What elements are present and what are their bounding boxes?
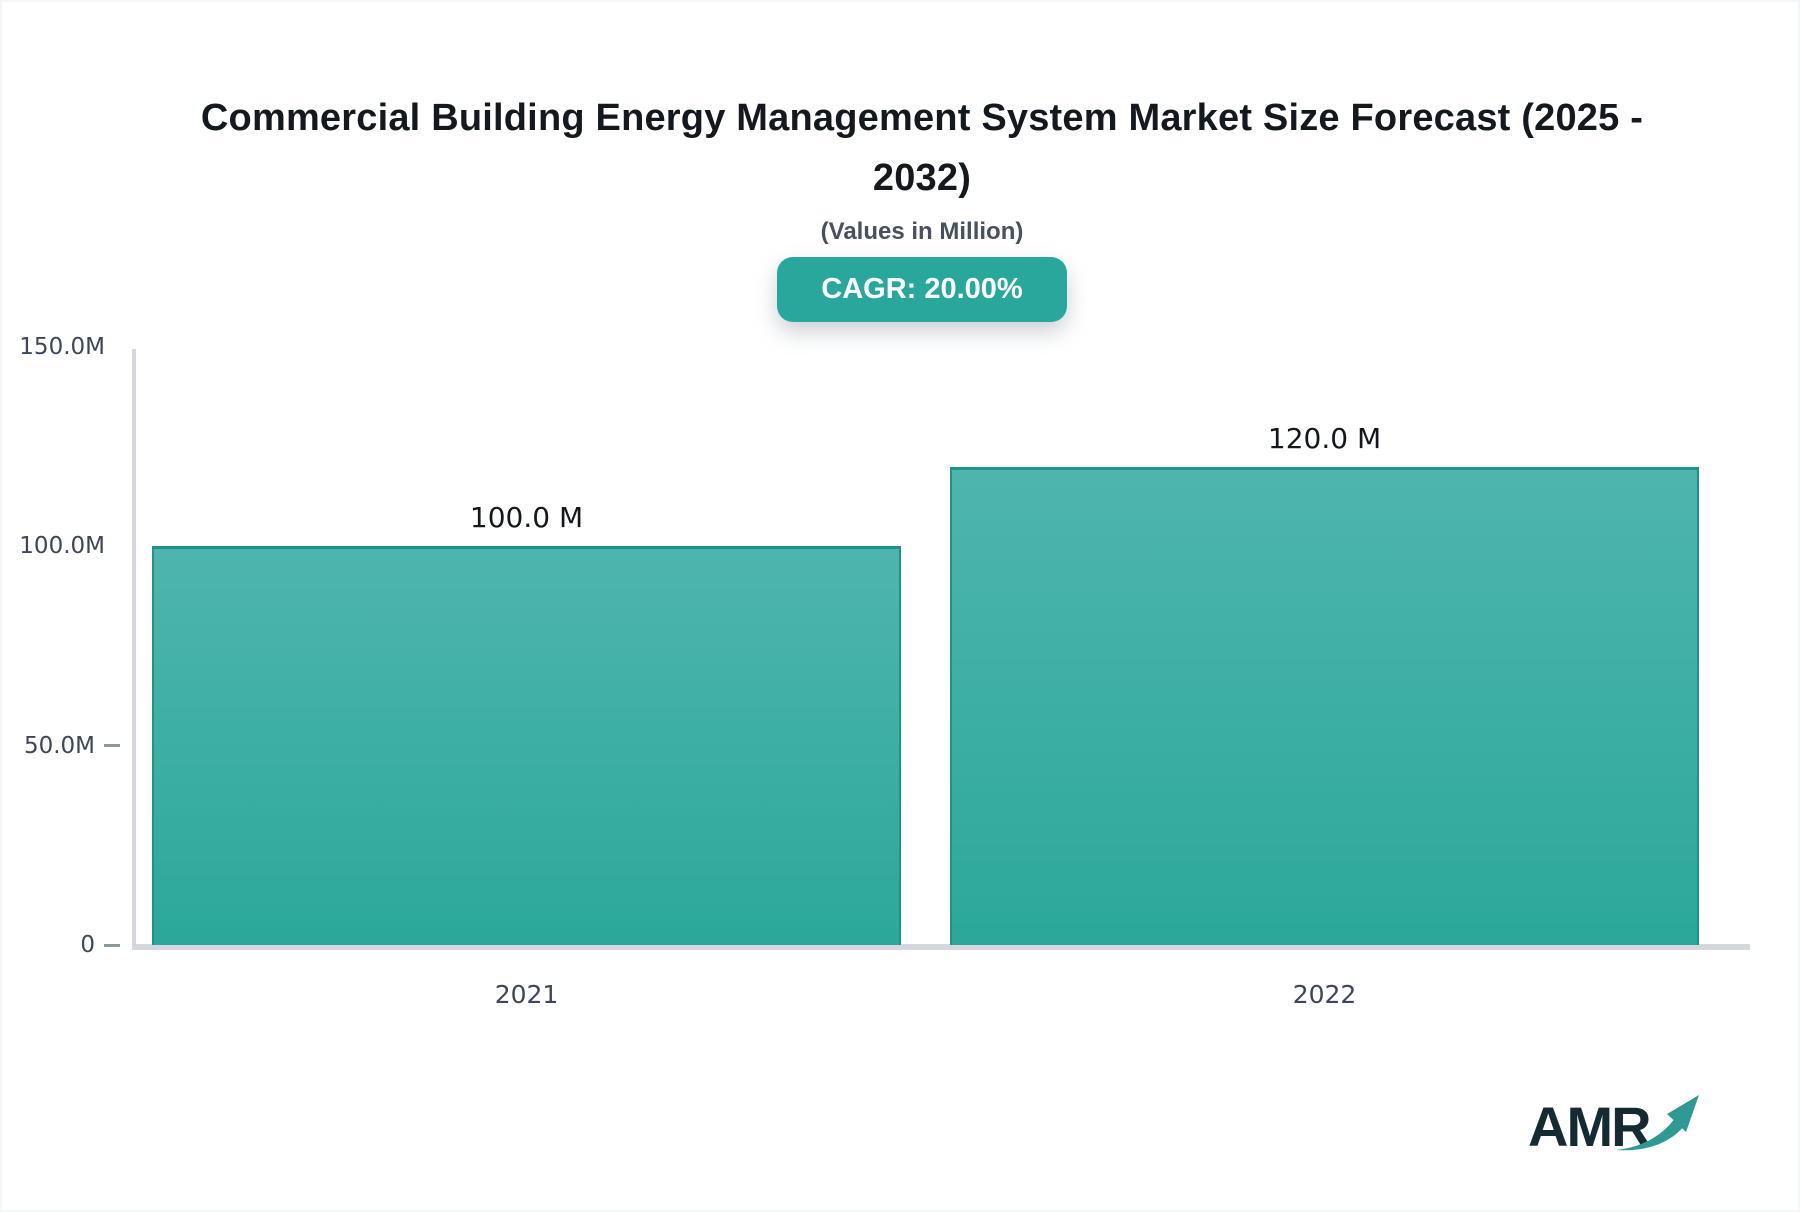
amr-logo: AMR — [1528, 1090, 1713, 1162]
x-axis-label-2021: 2021 — [494, 980, 559, 1009]
bar-2022[interactable] — [950, 466, 1699, 945]
bar-value-label-2022: 120.0 M — [1267, 421, 1382, 455]
bar-chart: 150.0M 100.0M 50.0M 0 100.0 M 2021 120.0 M 202… — [2, 2, 1798, 1210]
y-axis-tick-mark — [104, 943, 120, 947]
bar-value-label-2021: 100.0 M — [469, 501, 584, 535]
y-axis-tick-100.0M: 100.0M — [2, 529, 120, 563]
y-axis-tick-50.0M: 50.0M — [2, 729, 120, 763]
y-axis-line — [132, 349, 136, 950]
y-axis-tick-label: 50.0M — [23, 732, 95, 759]
y-axis-tick-label: 100.0M — [19, 533, 105, 560]
y-axis-tick-label: 150.0M — [19, 334, 105, 360]
y-axis-tick-0: 0 — [2, 928, 120, 962]
x-axis-label-2022: 2022 — [1292, 980, 1357, 1009]
y-axis-tick-label: 0 — [80, 932, 95, 958]
y-axis-tick-mark — [104, 744, 120, 748]
y-axis-tick-150.0M: 150.0M — [2, 330, 120, 364]
bar-2021[interactable] — [152, 546, 901, 945]
chart-page: Commercial Building Energy Management Sy… — [0, 0, 1800, 1212]
